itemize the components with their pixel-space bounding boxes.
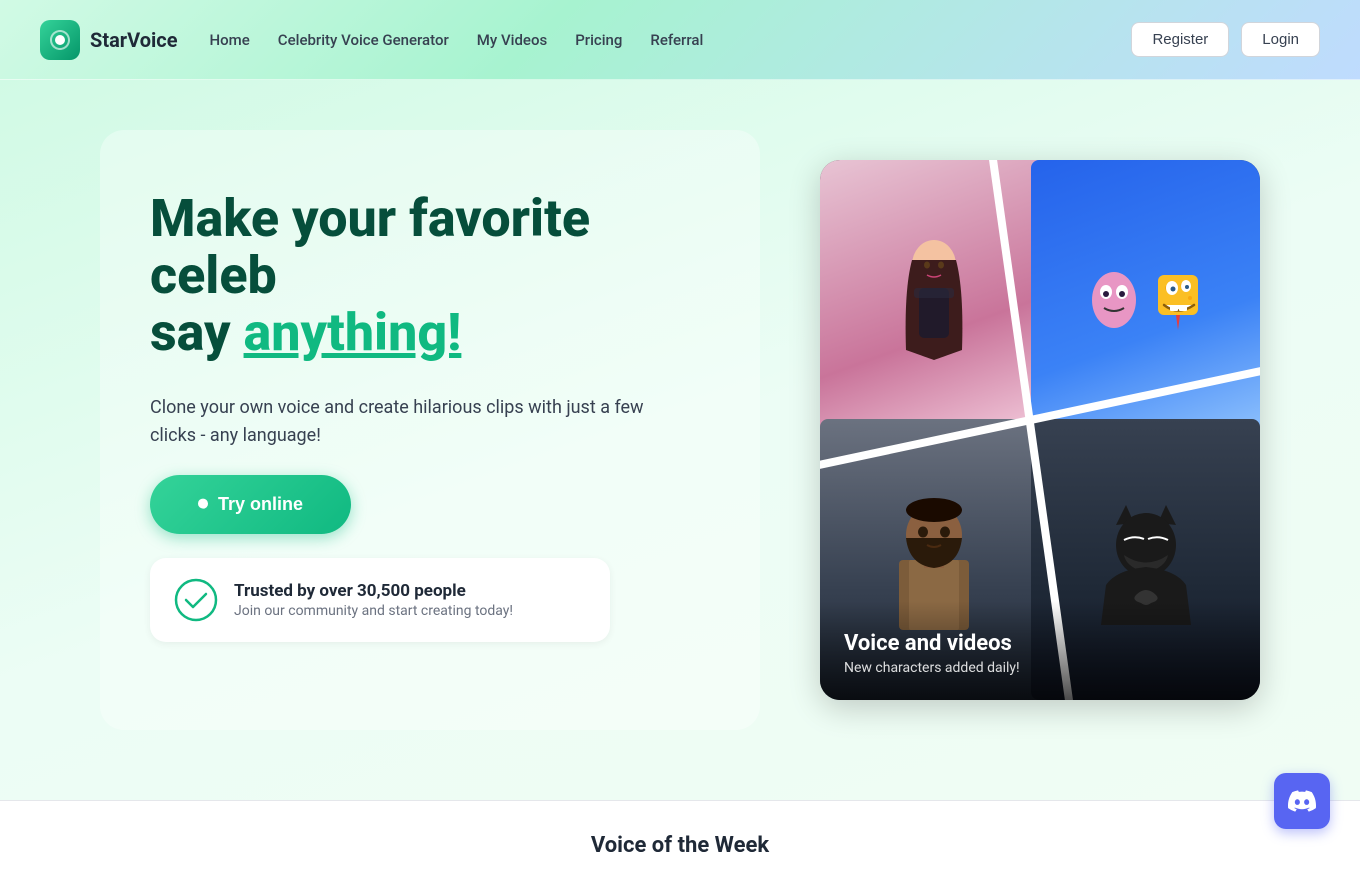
hero-title-part1: Make your favorite celeb <box>150 188 590 306</box>
bottom-bar: Voice of the Week <box>0 800 1360 890</box>
hero-title-part2: say <box>150 302 244 363</box>
trust-card: Trusted by over 30,500 people Join our c… <box>150 558 610 642</box>
collage-wrapper: Voice and videos New characters added da… <box>820 160 1260 700</box>
login-button[interactable]: Login <box>1241 22 1320 57</box>
collage-caption: Voice and videos New characters added da… <box>820 601 1260 700</box>
try-online-label: Try online <box>218 494 303 515</box>
hero-title: Make your favorite celeb say anything! <box>150 190 710 362</box>
nav-my-videos[interactable]: My Videos <box>477 31 547 49</box>
logo[interactable]: StarVoice <box>40 20 178 60</box>
nav-referral[interactable]: Referral <box>650 31 703 49</box>
voice-of-week-title: Voice of the Week <box>60 833 1300 858</box>
nav: Home Celebrity Voice Generator My Videos… <box>210 31 704 49</box>
hero-left: Make your favorite celeb say anything! C… <box>100 130 760 730</box>
hero-section: Make your favorite celeb say anything! C… <box>0 80 1360 800</box>
trust-info: Trusted by over 30,500 people Join our c… <box>234 581 513 619</box>
hero-right: Voice and videos New characters added da… <box>820 160 1260 700</box>
trust-title: Trusted by over 30,500 people <box>234 581 513 601</box>
nav-home[interactable]: Home <box>210 31 250 49</box>
nav-celebrity-voice-generator[interactable]: Celebrity Voice Generator <box>278 31 449 49</box>
caption-sub: New characters added daily! <box>844 660 1236 676</box>
logo-icon <box>40 20 80 60</box>
nav-pricing[interactable]: Pricing <box>575 31 622 49</box>
brand-name: StarVoice <box>90 28 178 52</box>
check-circle-icon <box>174 578 218 622</box>
header: StarVoice Home Celebrity Voice Generator… <box>0 0 1360 80</box>
play-icon: ⏺ <box>198 493 208 516</box>
hero-subtitle: Clone your own voice and create hilariou… <box>150 394 670 452</box>
try-online-button[interactable]: ⏺ Try online <box>150 475 351 534</box>
caption-title: Voice and videos <box>844 631 1236 656</box>
register-button[interactable]: Register <box>1131 22 1229 57</box>
header-left: StarVoice Home Celebrity Voice Generator… <box>40 20 703 60</box>
trust-sub: Join our community and start creating to… <box>234 603 513 619</box>
hero-title-highlight: anything! <box>244 302 462 363</box>
header-right: Register Login <box>1131 22 1320 57</box>
discord-widget[interactable] <box>1274 773 1330 829</box>
discord-icon <box>1288 787 1316 815</box>
